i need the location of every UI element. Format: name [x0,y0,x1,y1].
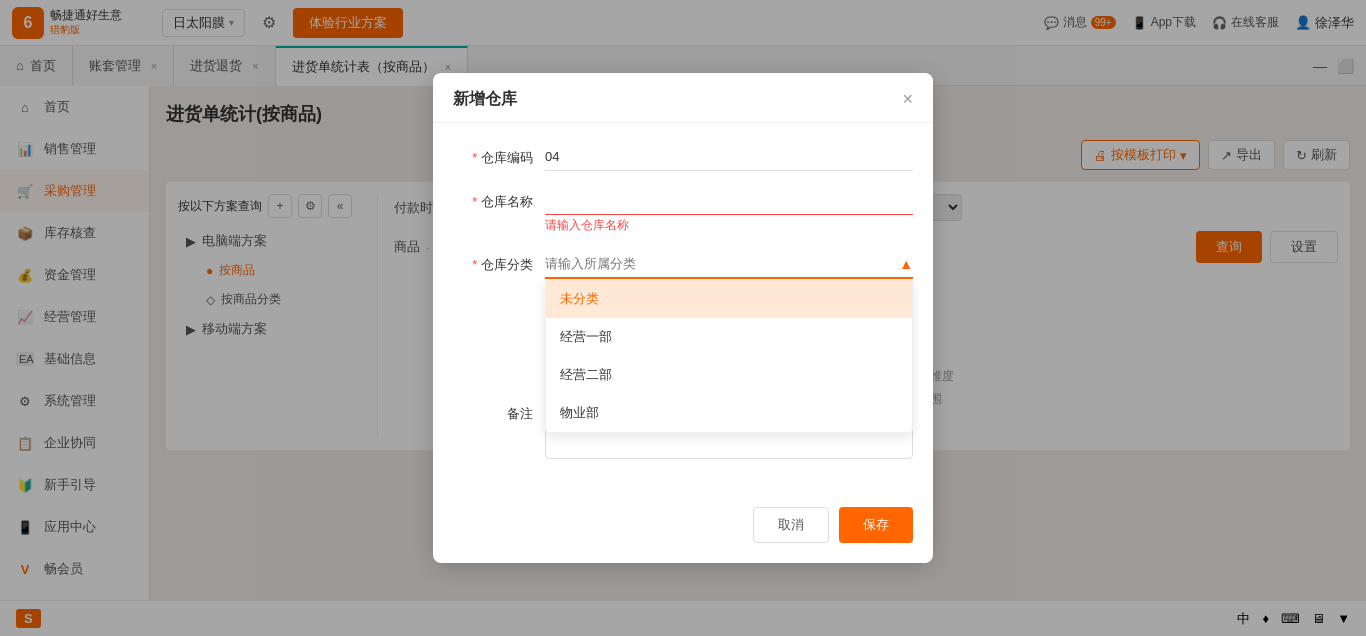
dialog-header: 新增仓库 × [433,73,933,123]
name-error-msg: 请输入仓库名称 [545,217,913,234]
category-input-wrapper: ▲ 未分类 经营一部 经营二部 物业部 [545,250,913,279]
category-label: 仓库分类 [453,250,533,274]
dialog-save-button[interactable]: 保存 [839,507,913,543]
name-input-wrapper: 请输入仓库名称 [545,187,913,234]
dropdown-item-uncategorized[interactable]: 未分类 [546,280,912,318]
add-warehouse-dialog: 新增仓库 × 仓库编码 仓库名称 请输入仓库名称 仓库分类 [433,73,933,563]
dropdown-item-dept1[interactable]: 经营一部 [546,318,912,356]
form-row-category: 仓库分类 ▲ 未分类 经营一部 [453,250,913,279]
form-row-name: 仓库名称 请输入仓库名称 [453,187,913,234]
dialog-close-button[interactable]: × [902,89,913,110]
code-input-wrapper [545,143,913,171]
overlay: 新增仓库 × 仓库编码 仓库名称 请输入仓库名称 仓库分类 [0,0,1366,636]
category-input-row: ▲ [545,250,913,279]
dropdown-item-dept2[interactable]: 经营二部 [546,356,912,394]
dialog-body: 仓库编码 仓库名称 请输入仓库名称 仓库分类 ▲ [433,123,933,495]
dialog-cancel-button[interactable]: 取消 [753,507,829,543]
form-row-code: 仓库编码 [453,143,913,171]
dialog-title: 新增仓库 [453,89,517,110]
category-dropdown: 未分类 经营一部 经营二部 物业部 [545,279,913,433]
dropdown-item-property[interactable]: 物业部 [546,394,912,432]
warehouse-category-input[interactable] [545,250,899,277]
category-arrow-icon[interactable]: ▲ [899,256,913,272]
dialog-footer: 取消 保存 [433,495,933,563]
notes-label: 备注 [453,399,533,423]
name-label: 仓库名称 [453,187,533,211]
code-label: 仓库编码 [453,143,533,167]
warehouse-code-input[interactable] [545,143,913,171]
warehouse-name-input[interactable] [545,187,913,215]
